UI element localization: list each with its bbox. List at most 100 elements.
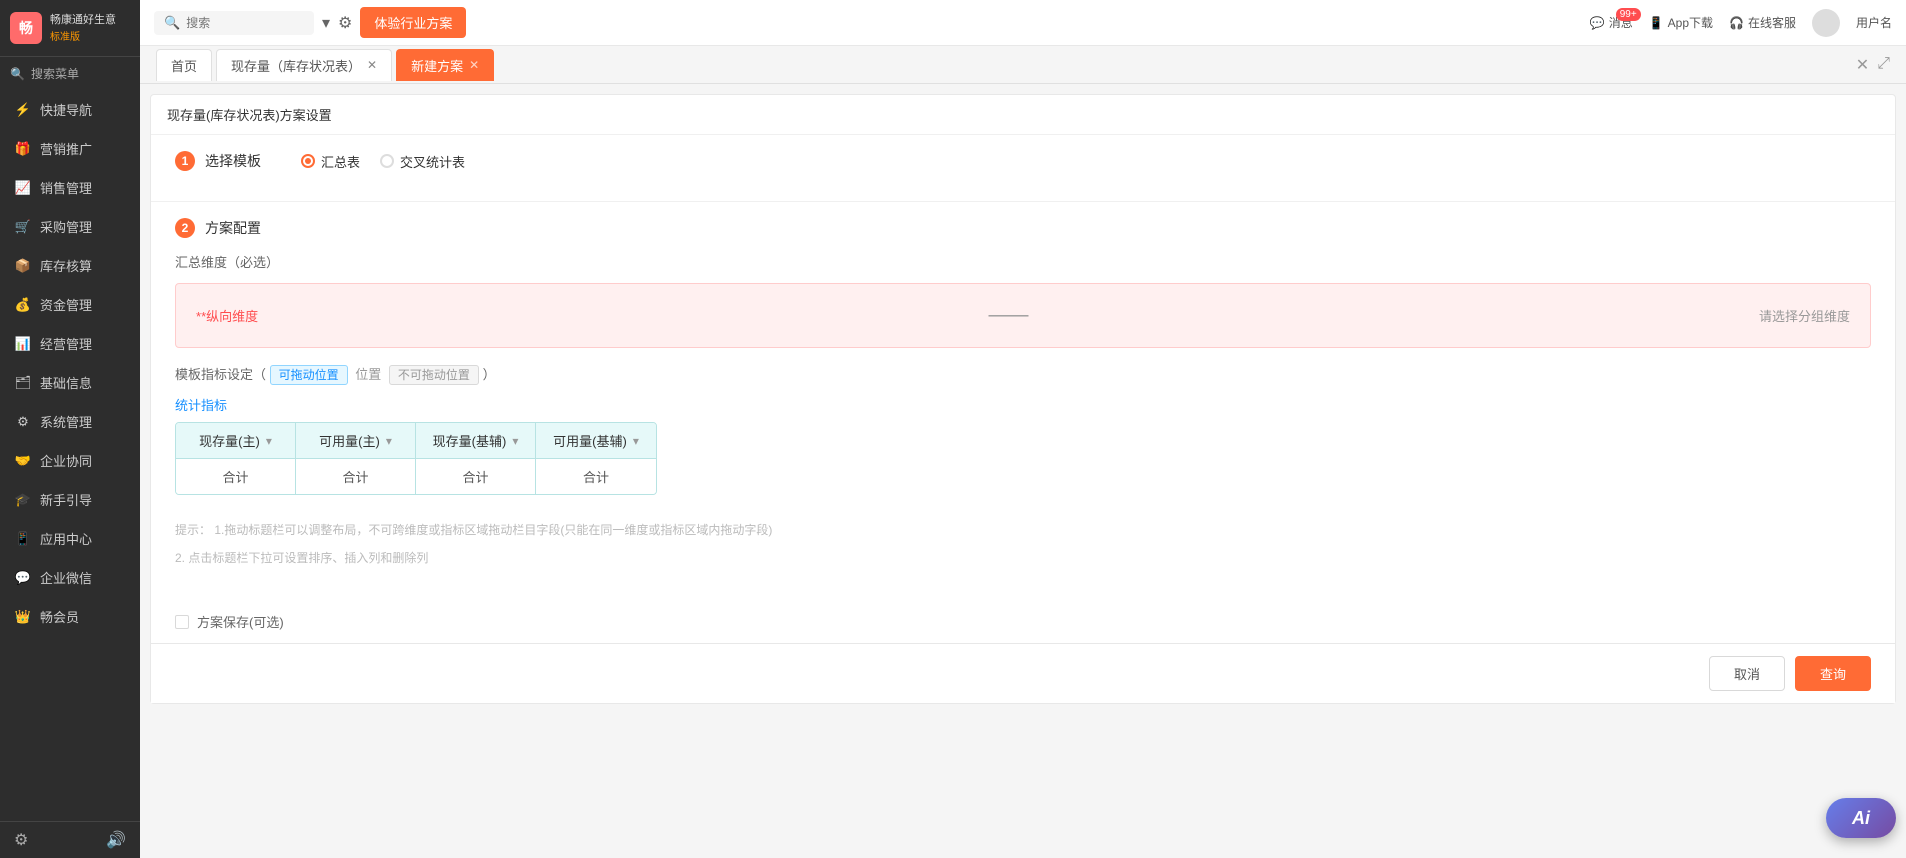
sidebar-item-finance[interactable]: 💰 资金管理 — [0, 285, 140, 324]
sidebar-item-quick-nav[interactable]: ⚡ 快捷导航 — [0, 90, 140, 129]
query-button[interactable]: 查询 — [1795, 656, 1871, 691]
ai-bubble[interactable]: Ai — [1826, 798, 1896, 838]
settings-icon[interactable]: ⚙ — [14, 830, 28, 850]
search-input[interactable] — [186, 16, 306, 30]
stats-col-0-label: 现存量(主) — [199, 431, 260, 450]
sidebar-item-purchase[interactable]: 🛒 采购管理 — [0, 207, 140, 246]
dimension-area[interactable]: **纵向维度 —— 请选择分组维度 — [175, 283, 1871, 348]
tab-close-active-icon[interactable]: ✕ — [469, 58, 479, 72]
sidebar-item-system[interactable]: ⚙ 系统管理 — [0, 402, 140, 441]
sidebar-item-member[interactable]: 👑 畅会员 — [0, 597, 140, 636]
tab-label: 现存量（库存状况表） — [231, 56, 361, 75]
tab-expand-icon[interactable]: ⤢ — [1877, 55, 1890, 75]
app-icon: 📱 — [1649, 16, 1664, 30]
tab-home[interactable]: 首页 — [156, 49, 212, 81]
sidebar-item-label: 资金管理 — [40, 295, 92, 314]
template-radio-group: 汇总表 交叉统计表 — [301, 152, 465, 171]
stats-col-1-label: 可用量(主) — [319, 431, 380, 450]
save-checkbox[interactable] — [175, 615, 189, 629]
sidebar-item-label: 企业协同 — [40, 451, 92, 470]
newbie-icon: 🎓 — [14, 491, 32, 509]
app-label: App下载 — [1668, 14, 1713, 31]
stats-table-header-row: 现存量(主) ▾ 可用量(主) ▾ 现存量(基辅) ▾ — [176, 423, 656, 459]
service-label: 在线客服 — [1748, 14, 1796, 31]
stats-table-body-row: 合计 合计 合计 合计 — [176, 459, 656, 494]
sidebar-item-wechat[interactable]: 💬 企业微信 — [0, 558, 140, 597]
topbar-left: 🔍 ▾ ⚙ 体验行业方案 — [154, 7, 1580, 38]
save-checkbox-group[interactable]: 方案保存(可选) — [175, 612, 284, 631]
messages-button[interactable]: 💬 消息 99+ — [1590, 14, 1633, 31]
stats-col-2-dropdown[interactable]: ▾ — [512, 434, 518, 448]
enterprise-icon: 🤝 — [14, 452, 32, 470]
sidebar-item-label: 畅会员 — [40, 607, 79, 626]
sidebar-item-sales[interactable]: 📈 销售管理 — [0, 168, 140, 207]
dropdown-icon[interactable]: ▾ — [322, 13, 330, 33]
search-icon: 🔍 — [10, 67, 25, 81]
sidebar-search-item[interactable]: 🔍 搜索菜单 — [0, 57, 140, 90]
step2-title: 2 方案配置 — [175, 218, 1871, 238]
tab-close-icon[interactable]: ✕ — [367, 58, 377, 72]
speaker-icon[interactable]: 🔊 — [106, 830, 126, 850]
wechat-icon: 💬 — [14, 569, 32, 587]
app-title: 畅康通好生意 标准版 — [50, 13, 116, 43]
tab-inventory-status[interactable]: 现存量（库存状况表） ✕ — [216, 49, 392, 81]
app-download-button[interactable]: 📱 App下载 — [1649, 14, 1713, 31]
online-service-button[interactable]: 🎧 在线客服 — [1729, 14, 1796, 31]
radio-crosstab-circle — [380, 154, 394, 168]
stats-table: 现存量(主) ▾ 可用量(主) ▾ 现存量(基辅) ▾ — [175, 422, 657, 495]
tab-close-window-icon[interactable]: ✕ — [1856, 55, 1869, 75]
sidebar-item-appstore[interactable]: 📱 应用中心 — [0, 519, 140, 558]
tab-new-plan[interactable]: 新建方案 ✕ — [396, 49, 494, 81]
ai-label: Ai — [1852, 808, 1870, 829]
sidebar-item-marketing[interactable]: 🎁 营销推广 — [0, 129, 140, 168]
basic-icon: 🗂 — [14, 374, 32, 392]
indicator-settings-label: 模板指标设定（ 可拖动位置 位置 不可拖动位置 ） — [175, 364, 496, 383]
stats-col-3-body: 合计 — [536, 459, 656, 494]
tab-label: 首页 — [171, 56, 197, 75]
stats-col-2-label: 现存量(基辅) — [433, 431, 507, 450]
indicator-settings: 模板指标设定（ 可拖动位置 位置 不可拖动位置 ） — [175, 364, 1871, 383]
sidebar-logo: 畅 畅康通好生意 标准版 — [0, 0, 140, 57]
sidebar-search-label: 搜索菜单 — [31, 65, 79, 82]
username-label[interactable]: 用户名 — [1856, 14, 1892, 31]
dimension-placeholder: 请选择分组维度 — [1759, 306, 1850, 325]
topbar-right: 💬 消息 99+ 📱 App下载 🎧 在线客服 用户名 — [1590, 9, 1892, 37]
radio-crosstab[interactable]: 交叉统计表 — [380, 152, 465, 171]
radio-summary-label: 汇总表 — [321, 152, 360, 171]
stats-col-1-dropdown[interactable]: ▾ — [386, 434, 392, 448]
topbar-gear-icon[interactable]: ⚙ — [338, 13, 352, 33]
avatar[interactable] — [1812, 9, 1840, 37]
stats-col-0-body: 合计 — [176, 459, 296, 494]
sidebar-item-operations[interactable]: 📊 经营管理 — [0, 324, 140, 363]
inventory-icon: 📦 — [14, 257, 32, 275]
purchase-icon: 🛒 — [14, 218, 32, 236]
tips-line-2: 2. 点击标题栏下拉可设置排序、插入列和删除列 — [175, 546, 1871, 570]
operations-icon: 📊 — [14, 335, 32, 353]
cancel-button[interactable]: 取消 — [1709, 656, 1785, 691]
stats-col-0-dropdown[interactable]: ▾ — [266, 434, 272, 448]
search-box[interactable]: 🔍 — [154, 11, 314, 35]
radio-crosstab-label: 交叉统计表 — [400, 152, 465, 171]
system-icon: ⚙ — [14, 413, 32, 431]
stats-col-1-sub: 合计 — [342, 467, 368, 486]
sidebar-item-basic[interactable]: 🗂 基础信息 — [0, 363, 140, 402]
stats-col-1-body: 合计 — [296, 459, 416, 494]
stats-section: 统计指标 现存量(主) ▾ 可用量(主) ▾ — [175, 395, 1871, 498]
stats-col-0-sub: 合计 — [222, 467, 248, 486]
dimension-required-label: **纵向维度 — [196, 306, 258, 325]
save-label: 方案保存(可选) — [197, 612, 284, 631]
radio-summary[interactable]: 汇总表 — [301, 152, 360, 171]
sidebar-item-inventory[interactable]: 📦 库存核算 — [0, 246, 140, 285]
panel-title: 现存量(库存状况表)方案设置 — [151, 95, 1895, 135]
stats-col-3-dropdown[interactable]: ▾ — [633, 434, 639, 448]
sidebar-bottom: ⚙ 🔊 — [0, 821, 140, 858]
sidebar-item-enterprise[interactable]: 🤝 企业协同 — [0, 441, 140, 480]
msg-icon: 💬 — [1590, 16, 1605, 30]
quick-nav-icon: ⚡ — [14, 101, 32, 119]
sidebar-item-newbie[interactable]: 🎓 新手引导 — [0, 480, 140, 519]
trial-button[interactable]: 体验行业方案 — [360, 7, 466, 38]
msg-badge: 99+ — [1616, 8, 1641, 21]
stats-title: 统计指标 — [175, 395, 1871, 414]
main-area: 🔍 ▾ ⚙ 体验行业方案 💬 消息 99+ 📱 App下载 🎧 在线客服 用户名 — [140, 0, 1906, 858]
stats-col-3-sub: 合计 — [583, 467, 609, 486]
